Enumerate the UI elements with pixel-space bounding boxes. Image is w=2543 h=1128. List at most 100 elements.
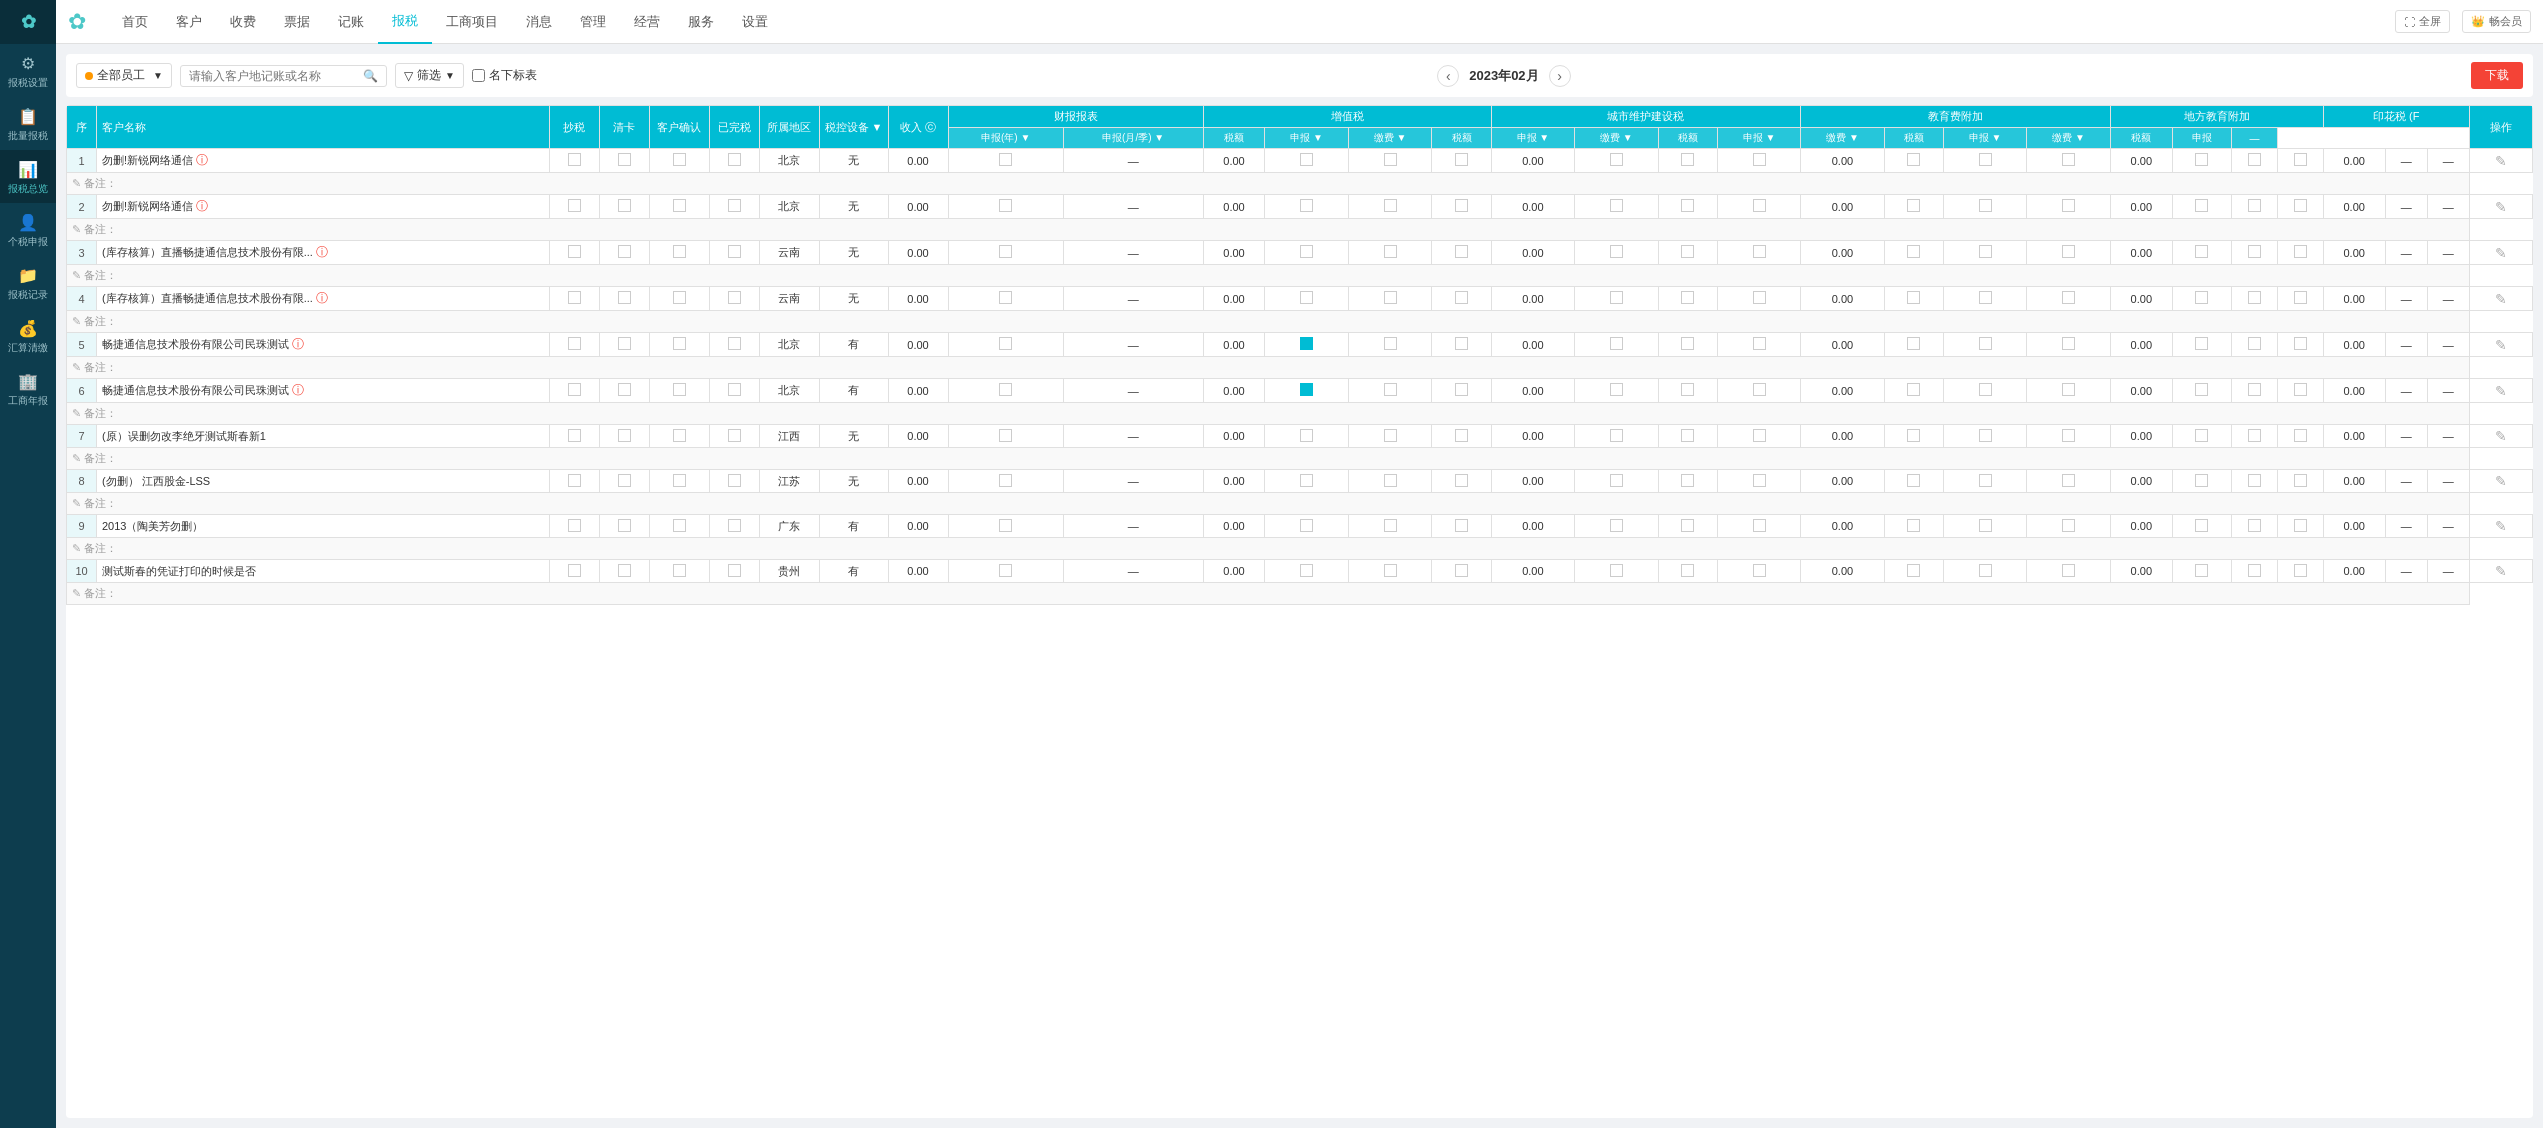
unchecked-box[interactable]: [999, 337, 1012, 350]
download-button[interactable]: 下载: [2471, 62, 2523, 89]
unchecked-box[interactable]: [1455, 245, 1468, 258]
unchecked-box[interactable]: [728, 153, 741, 166]
unchecked-box[interactable]: [2248, 245, 2261, 258]
unchecked-box[interactable]: [1753, 474, 1766, 487]
unchecked-box[interactable]: [2248, 564, 2261, 577]
unchecked-box[interactable]: [728, 245, 741, 258]
unchecked-box[interactable]: [1610, 199, 1623, 212]
unchecked-box[interactable]: [1610, 337, 1623, 350]
unchecked-box[interactable]: [618, 474, 631, 487]
unchecked-box[interactable]: [2195, 245, 2208, 258]
unchecked-box[interactable]: [1455, 474, 1468, 487]
unchecked-box[interactable]: [1610, 564, 1623, 577]
nav-home[interactable]: 首页: [108, 0, 162, 44]
prev-month-button[interactable]: ‹: [1437, 65, 1459, 87]
unchecked-box[interactable]: [2248, 519, 2261, 532]
unchecked-box[interactable]: [673, 564, 686, 577]
edit-icon[interactable]: ✎: [2495, 291, 2507, 307]
sidebar-item-gongshangnianbao[interactable]: 🏢 工商年报: [0, 362, 56, 415]
unchecked-box[interactable]: [1384, 429, 1397, 442]
unchecked-box[interactable]: [1681, 519, 1694, 532]
unchecked-box[interactable]: [1979, 153, 1992, 166]
unchecked-box[interactable]: [2248, 291, 2261, 304]
unchecked-box[interactable]: [1455, 519, 1468, 532]
unchecked-box[interactable]: [1455, 291, 1468, 304]
edit-icon[interactable]: ✎: [2495, 383, 2507, 399]
unchecked-box[interactable]: [2195, 474, 2208, 487]
unchecked-box[interactable]: [1384, 519, 1397, 532]
sidebar-item-baoshuizonglan[interactable]: 📊 报税总览: [0, 150, 56, 203]
nav-invoice[interactable]: 票据: [270, 0, 324, 44]
unchecked-box[interactable]: [568, 429, 581, 442]
unchecked-box[interactable]: [1455, 153, 1468, 166]
unchecked-box[interactable]: [1610, 291, 1623, 304]
unchecked-box[interactable]: [1455, 383, 1468, 396]
unchecked-box[interactable]: [728, 291, 741, 304]
unchecked-box[interactable]: [1681, 199, 1694, 212]
unchecked-box[interactable]: [2294, 474, 2307, 487]
unchecked-box[interactable]: [673, 337, 686, 350]
unchecked-box[interactable]: [1610, 474, 1623, 487]
unchecked-box[interactable]: [1455, 429, 1468, 442]
nav-billing[interactable]: 收费: [216, 0, 270, 44]
unchecked-box[interactable]: [728, 474, 741, 487]
unchecked-box[interactable]: [2195, 153, 2208, 166]
nav-tax[interactable]: 报税: [378, 0, 432, 44]
unchecked-box[interactable]: [2062, 519, 2075, 532]
unchecked-box[interactable]: [568, 519, 581, 532]
unchecked-box[interactable]: [1610, 519, 1623, 532]
unchecked-box[interactable]: [568, 245, 581, 258]
edit-icon[interactable]: ✎: [2495, 199, 2507, 215]
edit-icon[interactable]: ✎: [2495, 245, 2507, 261]
unchecked-box[interactable]: [673, 199, 686, 212]
unchecked-box[interactable]: [618, 291, 631, 304]
unchecked-box[interactable]: [1681, 474, 1694, 487]
unchecked-box[interactable]: [1681, 429, 1694, 442]
unchecked-box[interactable]: [673, 429, 686, 442]
unchecked-box[interactable]: [1300, 519, 1313, 532]
unchecked-box[interactable]: [1681, 153, 1694, 166]
unchecked-box[interactable]: [1384, 337, 1397, 350]
unchecked-box[interactable]: [568, 199, 581, 212]
search-input[interactable]: [189, 69, 359, 83]
unchecked-box[interactable]: [1455, 337, 1468, 350]
unchecked-box[interactable]: [2294, 519, 2307, 532]
unchecked-box[interactable]: [2248, 199, 2261, 212]
edit-icon[interactable]: ✎: [2495, 473, 2507, 489]
unchecked-box[interactable]: [999, 291, 1012, 304]
unchecked-box[interactable]: [673, 153, 686, 166]
unchecked-box[interactable]: [1384, 245, 1397, 258]
unchecked-box[interactable]: [1979, 519, 1992, 532]
unchecked-box[interactable]: [1300, 199, 1313, 212]
unchecked-box[interactable]: [1384, 383, 1397, 396]
unchecked-box[interactable]: [1753, 429, 1766, 442]
unchecked-box[interactable]: [2294, 337, 2307, 350]
unchecked-box[interactable]: [2195, 564, 2208, 577]
unchecked-box[interactable]: [568, 474, 581, 487]
unchecked-box[interactable]: [1300, 564, 1313, 577]
unchecked-box[interactable]: [1979, 429, 1992, 442]
unchecked-box[interactable]: [618, 429, 631, 442]
unchecked-box[interactable]: [673, 245, 686, 258]
employee-filter[interactable]: 全部员工 ▼: [76, 63, 172, 88]
unchecked-box[interactable]: [728, 564, 741, 577]
unchecked-box[interactable]: [1384, 153, 1397, 166]
unchecked-box[interactable]: [2294, 199, 2307, 212]
unchecked-box[interactable]: [1610, 429, 1623, 442]
unchecked-box[interactable]: [673, 383, 686, 396]
unchecked-box[interactable]: [2294, 383, 2307, 396]
edit-icon[interactable]: ✎: [2495, 563, 2507, 579]
unchecked-box[interactable]: [618, 337, 631, 350]
unchecked-box[interactable]: [999, 199, 1012, 212]
unchecked-box[interactable]: [2062, 383, 2075, 396]
member-button[interactable]: 👑 畅会员: [2462, 10, 2531, 33]
unchecked-box[interactable]: [999, 564, 1012, 577]
next-month-button[interactable]: ›: [1549, 65, 1571, 87]
fullscreen-button[interactable]: ⛶ 全屏: [2395, 10, 2450, 33]
named-checkbox-label[interactable]: 名下标表: [472, 67, 537, 84]
edit-icon[interactable]: ✎: [2495, 337, 2507, 353]
unchecked-box[interactable]: [728, 337, 741, 350]
edit-icon[interactable]: ✎: [2495, 428, 2507, 444]
unchecked-box[interactable]: [1907, 291, 1920, 304]
unchecked-box[interactable]: [1979, 245, 1992, 258]
